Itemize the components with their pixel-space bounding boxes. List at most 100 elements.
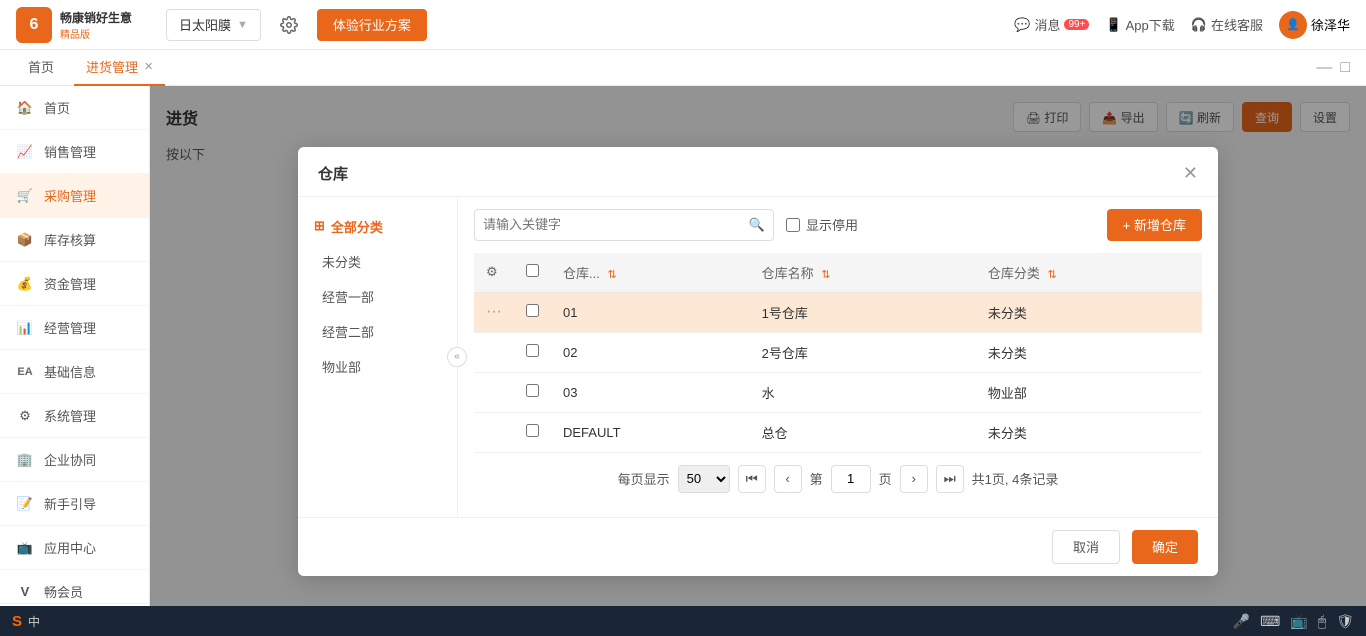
table-row[interactable]: 02 2号仓库 未分类 [474, 332, 1202, 372]
sidebar-item-enterprise-label: 企业协同 [44, 450, 96, 469]
search-icon[interactable]: 🔍 [749, 217, 765, 233]
modal-title: 仓库 [318, 163, 348, 184]
keyboard-icon[interactable]: ⌨ [1260, 613, 1280, 630]
search-input[interactable] [483, 217, 749, 232]
table-row[interactable]: ··· 01 1号仓库 未分类 [474, 292, 1202, 332]
sort-category-icon: ⇅ [1047, 269, 1056, 281]
experience-btn[interactable]: 体验行业方案 [317, 9, 427, 41]
sidebar-item-operations-label: 经营管理 [44, 318, 96, 337]
show-disabled-checkbox[interactable] [786, 218, 800, 232]
modal-header: 仓库 ✕ [298, 147, 1218, 197]
guide-icon: 📝 [16, 495, 34, 513]
row1-category: 未分类 [976, 292, 1202, 332]
row4-select-checkbox[interactable] [526, 424, 539, 437]
nav-tab-home-label: 首页 [28, 57, 54, 76]
nav-tab-purchase[interactable]: 进货管理 ✕ [74, 50, 165, 86]
grid-icon: ⊞ [314, 218, 325, 234]
category-item-unclassified[interactable]: 未分类 [298, 244, 457, 279]
row3-name: 水 [750, 372, 976, 412]
sidebar-item-purchase[interactable]: 🛒 采购管理 [0, 174, 149, 218]
nav-tab-purchase-close[interactable]: ✕ [144, 60, 153, 73]
top-header: 6 畅康销好生意 精品版 日太阳膜 ▼ 体验行业方案 💬 消息 99+ 📱 Ap… [0, 0, 1366, 50]
nav-tab-home[interactable]: 首页 [16, 50, 66, 86]
category-collapse-btn[interactable]: « [447, 347, 467, 367]
warehouse-modal: 仓库 ✕ ⊞ 全部分类 未分类 经营一 [298, 147, 1218, 576]
sidebar-item-inventory[interactable]: 📦 库存核算 [0, 218, 149, 262]
chevron-down-icon: ▼ [237, 19, 248, 31]
row1-more-btn[interactable]: ··· [486, 303, 502, 320]
message-btn[interactable]: 💬 消息 99+ [1014, 15, 1089, 34]
logo-area: 6 畅康销好生意 精品版 [16, 7, 166, 43]
message-label: 消息 [1034, 15, 1060, 34]
page-input[interactable] [831, 465, 871, 493]
modal-overlay: 仓库 ✕ ⊞ 全部分类 未分类 经营一 [150, 86, 1366, 636]
th-category: 仓库分类 ⇅ [976, 253, 1202, 293]
sidebar-item-system[interactable]: ⚙ 系统管理 [0, 394, 149, 438]
sidebar-item-membership-label: 畅会员 [44, 582, 83, 601]
sidebar-item-basic-info[interactable]: EA 基础信息 [0, 350, 149, 394]
category-item-dept1[interactable]: 经营一部 [298, 279, 457, 314]
table-row[interactable]: DEFAULT 总仓 未分类 [474, 412, 1202, 452]
avatar: 👤 [1279, 11, 1307, 39]
sidebar-item-operations[interactable]: 📊 经营管理 [0, 306, 149, 350]
category-item-dept2[interactable]: 经营二部 [298, 314, 457, 349]
app-download-btn[interactable]: 📱 App下载 [1105, 15, 1174, 34]
header-center: 日太阳膜 ▼ 体验行业方案 [166, 9, 1014, 41]
sidebar-item-enterprise[interactable]: 🏢 企业协同 [0, 438, 149, 482]
row1-select-checkbox[interactable] [526, 304, 539, 317]
nav-tab-purchase-label: 进货管理 [86, 57, 138, 76]
modal-close-btn[interactable]: ✕ [1183, 163, 1198, 184]
select-all-checkbox[interactable] [526, 264, 539, 277]
add-warehouse-btn[interactable]: + 新增仓库 [1107, 209, 1202, 241]
home-icon: 🏠 [16, 99, 34, 117]
sidebar-item-inventory-label: 库存核算 [44, 230, 96, 249]
nav-minimize-btn[interactable]: — [1316, 59, 1332, 77]
settings-icon-btn[interactable] [273, 9, 305, 41]
monitor-icon[interactable]: 📺 [1290, 613, 1307, 630]
show-disabled-label: 显示停用 [806, 215, 858, 234]
row3-select-checkbox[interactable] [526, 384, 539, 397]
sidebar-item-guide[interactable]: 📝 新手引导 [0, 482, 149, 526]
s-logo-icon: S [12, 613, 22, 630]
all-categories-label: 全部分类 [331, 217, 383, 236]
user-avatar-area[interactable]: 👤 徐泽华 [1279, 11, 1350, 39]
all-categories-btn[interactable]: ⊞ 全部分类 [298, 209, 457, 244]
row1-index: 01 [551, 292, 750, 332]
sort-name-icon: ⇅ [821, 269, 830, 281]
store-selector[interactable]: 日太阳膜 ▼ [166, 9, 261, 41]
first-page-btn[interactable]: ⏮ [738, 465, 766, 493]
sidebar-item-finance[interactable]: 💰 资金管理 [0, 262, 149, 306]
th-checkbox [514, 253, 551, 293]
th-name: 仓库名称 ⇅ [750, 253, 976, 293]
main-content: 进货 🖨 打印 📤 导出 🔄 刷新 查询 设置 按以下 仓库 ✕ [150, 86, 1366, 636]
message-badge: 99+ [1064, 19, 1089, 30]
total-info: 共1页, 4条记录 [972, 469, 1059, 488]
cancel-btn[interactable]: 取消 [1052, 530, 1120, 564]
category-item-property[interactable]: 物业部 [298, 349, 457, 384]
shield-icon[interactable]: 🛡 [1336, 613, 1354, 630]
online-service-btn[interactable]: 🎧 在线客服 [1191, 15, 1263, 34]
mouse-icon[interactable]: 🖱 [1318, 613, 1326, 630]
row2-select-checkbox[interactable] [526, 344, 539, 357]
last-page-btn[interactable]: ⏭ [936, 465, 964, 493]
sidebar-item-sales[interactable]: 📈 销售管理 [0, 130, 149, 174]
per-page-label: 每页显示 [618, 469, 670, 488]
sidebar-item-sales-label: 销售管理 [44, 142, 96, 161]
nav-maximize-btn[interactable]: □ [1340, 59, 1350, 77]
search-box: 🔍 [474, 209, 774, 241]
membership-icon: V [16, 583, 34, 601]
sidebar-item-home[interactable]: 🏠 首页 [0, 86, 149, 130]
row3-index: 03 [551, 372, 750, 412]
next-page-btn[interactable]: › [900, 465, 928, 493]
bottom-bar: S 中 🎤 ⌨ 📺 🖱 🛡 [0, 606, 1366, 636]
prev-page-btn[interactable]: ‹ [774, 465, 802, 493]
inventory-icon: 📦 [16, 231, 34, 249]
sidebar-item-app-center[interactable]: 📺 应用中心 [0, 526, 149, 570]
table-row[interactable]: 03 水 物业部 [474, 372, 1202, 412]
phone-icon: 📱 [1105, 17, 1121, 33]
mic-icon[interactable]: 🎤 [1233, 613, 1250, 630]
row1-name: 1号仓库 [750, 292, 976, 332]
confirm-btn[interactable]: 确定 [1132, 530, 1198, 564]
store-name: 日太阳膜 [179, 15, 231, 34]
per-page-select[interactable]: 50 10 20 100 [678, 465, 730, 493]
